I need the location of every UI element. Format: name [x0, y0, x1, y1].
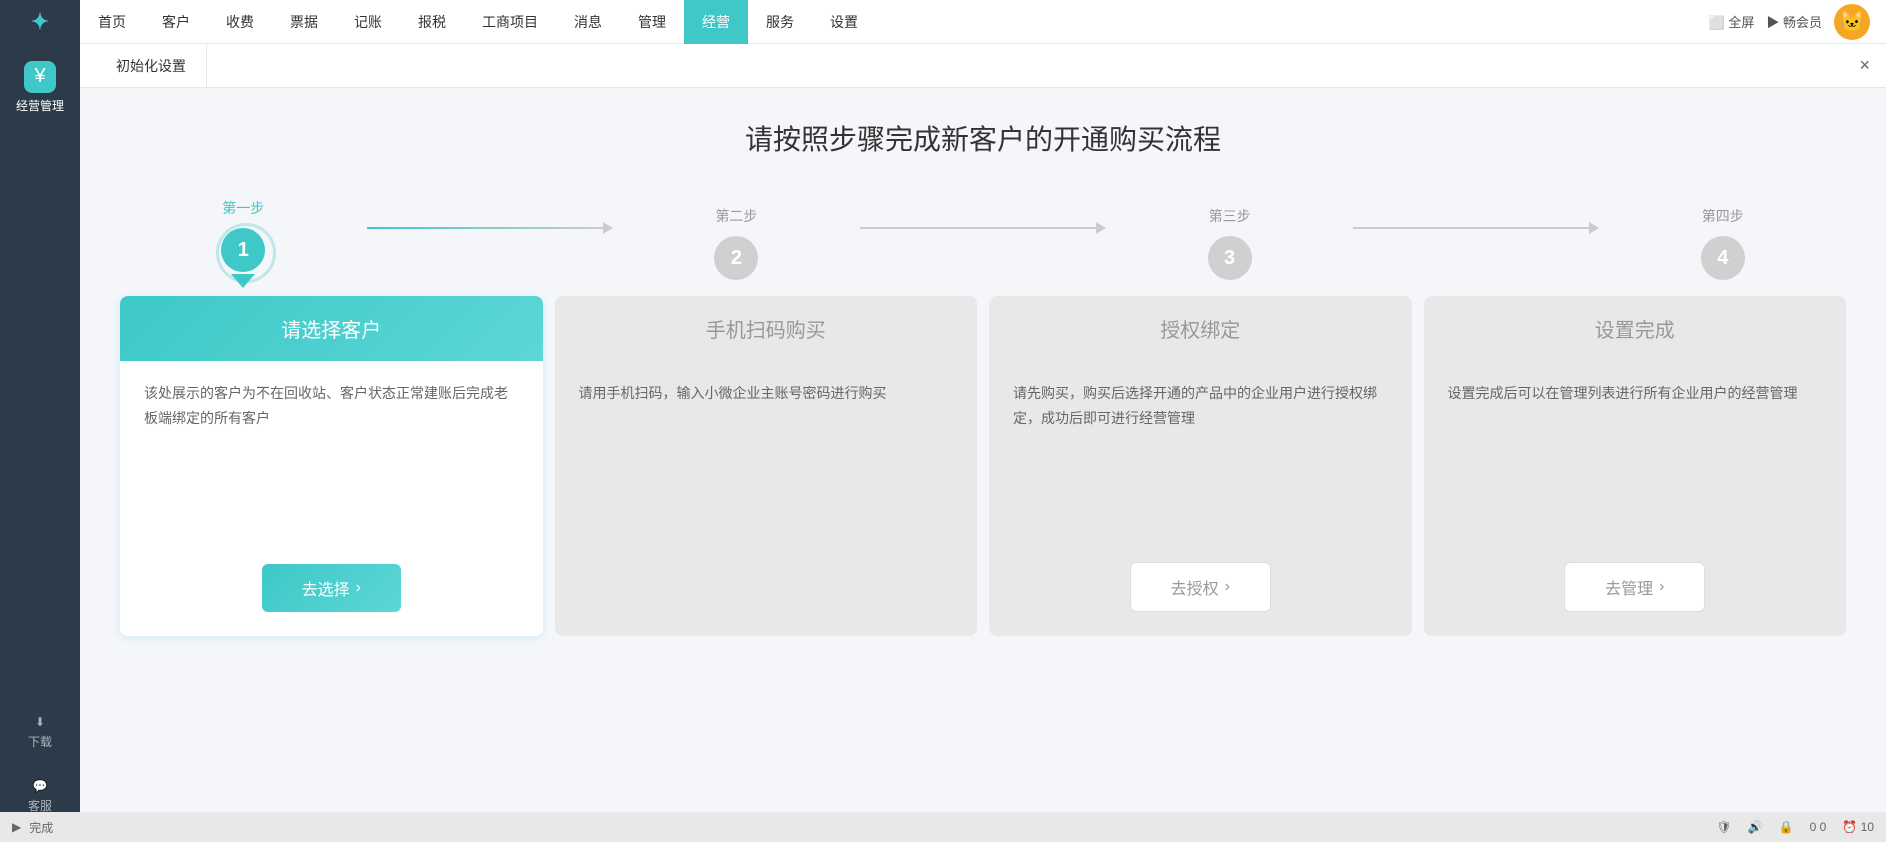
connector-1-2 [367, 222, 614, 264]
nav-item-manage[interactable]: 管理 [620, 0, 684, 44]
nav-item-operation[interactable]: 经营 [684, 0, 748, 44]
nav-item-home[interactable]: 首页 [80, 0, 144, 44]
member-btn[interactable]: ▶ 畅会员 [1766, 12, 1822, 31]
sidebar-download[interactable]: ⬇ 下载 [0, 702, 80, 762]
steps-row: 第一步 1 第二步 2 第三步 3 [120, 198, 1846, 288]
connector-line-1 [367, 227, 604, 229]
nav-item-customer[interactable]: 客户 [144, 0, 208, 44]
connector-arrow-2 [1096, 222, 1106, 234]
nav-logo: ✦ [0, 0, 80, 44]
tab-close-button[interactable]: × [1859, 55, 1870, 76]
sidebar: ¥ 经营管理 ⬇ 下载 💬 客服 [0, 44, 80, 842]
step-2-group: 第二步 2 [613, 206, 860, 280]
go-authorize-button[interactable]: 去授权 › [1130, 562, 1271, 612]
nav-item-fee[interactable]: 收费 [208, 0, 272, 44]
card-2-footer [555, 596, 978, 636]
user-avatar[interactable]: 🐱 [1834, 4, 1870, 40]
step-1-group: 第一步 1 [120, 198, 367, 288]
go-manage-button[interactable]: 去管理 › [1564, 562, 1705, 612]
sidebar-item-operation[interactable]: ¥ 经营管理 [0, 52, 80, 122]
connector-2-3 [860, 222, 1107, 264]
main-area: 初始化设置 × 请按照步骤完成新客户的开通购买流程 第一步 1 第二步 2 [80, 44, 1886, 842]
time-label: ⏰ 10 [1842, 820, 1874, 834]
card-2-body: 请用手机扫码，输入小微企业主账号密码进行购买 [555, 361, 978, 596]
operation-icon: ¥ [24, 61, 56, 93]
step-4-group: 第四步 4 [1599, 206, 1846, 280]
nav-item-settings[interactable]: 设置 [812, 0, 876, 44]
card-4-header: 设置完成 [1424, 296, 1847, 361]
nav-right: ⬜ 全屏 ▶ 畅会员 🐱 [1709, 4, 1886, 40]
nav-item-business[interactable]: 工商项目 [464, 0, 556, 44]
connector-line-2 [860, 227, 1097, 229]
manage-arrow-icon: › [1659, 578, 1664, 596]
card-1-header: 请选择客户 [120, 296, 543, 361]
nav-item-bill[interactable]: 票据 [272, 0, 336, 44]
card-4-footer: 去管理 › [1424, 546, 1847, 636]
nav-item-message[interactable]: 消息 [556, 0, 620, 44]
nav-item-account[interactable]: 记账 [336, 0, 400, 44]
select-arrow-icon: › [356, 579, 361, 597]
connector-arrow-1 [603, 222, 613, 234]
step-1-label: 第一步 [222, 198, 264, 218]
step-3-group: 第三步 3 [1106, 206, 1353, 280]
nav-item-service[interactable]: 服务 [748, 0, 812, 44]
step-card-1: 请选择客户 该处展示的客户为不在回收站、客户状态正常建账后完成老板端绑定的所有客… [120, 296, 543, 636]
go-select-button[interactable]: 去选择 › [262, 564, 401, 612]
tab-init-settings[interactable]: 初始化设置 [96, 44, 207, 88]
step-2-label: 第二步 [715, 206, 757, 226]
connector-line-3 [1353, 227, 1590, 229]
card-2-header: 手机扫码购买 [555, 296, 978, 361]
card-4-body: 设置完成后可以在管理列表进行所有企业用户的经营管理 [1424, 361, 1847, 546]
step-3-circle: 3 [1208, 236, 1252, 280]
connector-arrow-3 [1589, 222, 1599, 234]
content-area: 请按照步骤完成新客户的开通购买流程 第一步 1 第二步 2 [80, 88, 1886, 842]
step-card-2: 手机扫码购买 请用手机扫码，输入小微企业主账号密码进行购买 [555, 296, 978, 636]
support-icon: 💬 [33, 779, 48, 793]
step-2-circle: 2 [714, 236, 758, 280]
shield-icon: 🛡 [1717, 820, 1732, 834]
step-card-4: 设置完成 设置完成后可以在管理列表进行所有企业用户的经营管理 去管理 › [1424, 296, 1847, 636]
page-title: 请按照步骤完成新客户的开通购买流程 [120, 118, 1846, 158]
lock-icon: 🔒 [1779, 820, 1794, 834]
authorize-arrow-icon: › [1225, 578, 1230, 596]
status-text: 完成 [29, 819, 53, 836]
tab-bar: 初始化设置 × [80, 44, 1886, 88]
fullscreen-btn[interactable]: ⬜ 全屏 [1709, 12, 1755, 31]
download-icon: ⬇ [35, 715, 45, 729]
card-3-footer: 去授权 › [989, 546, 1412, 636]
status-bar-right: 🛡 🔊 🔒 0 0 ⏰ 10 [1717, 820, 1874, 834]
step-4-label: 第四步 [1702, 206, 1744, 226]
step-1-circle: 1 [221, 228, 265, 272]
count1-label: 0 0 [1810, 820, 1827, 834]
step-4-circle: 4 [1701, 236, 1745, 280]
status-bar: ▶ 完成 🛡 🔊 🔒 0 0 ⏰ 10 [0, 812, 1886, 842]
card-3-header: 授权绑定 [989, 296, 1412, 361]
step-card-3: 授权绑定 请先购买，购买后选择开通的产品中的企业用户进行授权绑定，成功后即可进行… [989, 296, 1412, 636]
step-3-label: 第三步 [1209, 206, 1251, 226]
card-1-footer: 去选择 › [120, 548, 543, 636]
sound-icon: 🔊 [1748, 820, 1763, 834]
nav-item-tax[interactable]: 报税 [400, 0, 464, 44]
card-1-body: 该处展示的客户为不在回收站、客户状态正常建账后完成老板端绑定的所有客户 [120, 361, 543, 548]
card-3-body: 请先购买，购买后选择开通的产品中的企业用户进行授权绑定，成功后即可进行经营管理 [989, 361, 1412, 546]
cards-container: 请选择客户 该处展示的客户为不在回收站、客户状态正常建账后完成老板端绑定的所有客… [120, 296, 1846, 636]
connector-3-4 [1353, 222, 1600, 264]
top-nav: ✦ 首页 客户 收费 票据 记账 报税 工商项目 消息 管理 经营 服务 设置 … [0, 0, 1886, 44]
play-icon: ▶ [12, 820, 21, 834]
